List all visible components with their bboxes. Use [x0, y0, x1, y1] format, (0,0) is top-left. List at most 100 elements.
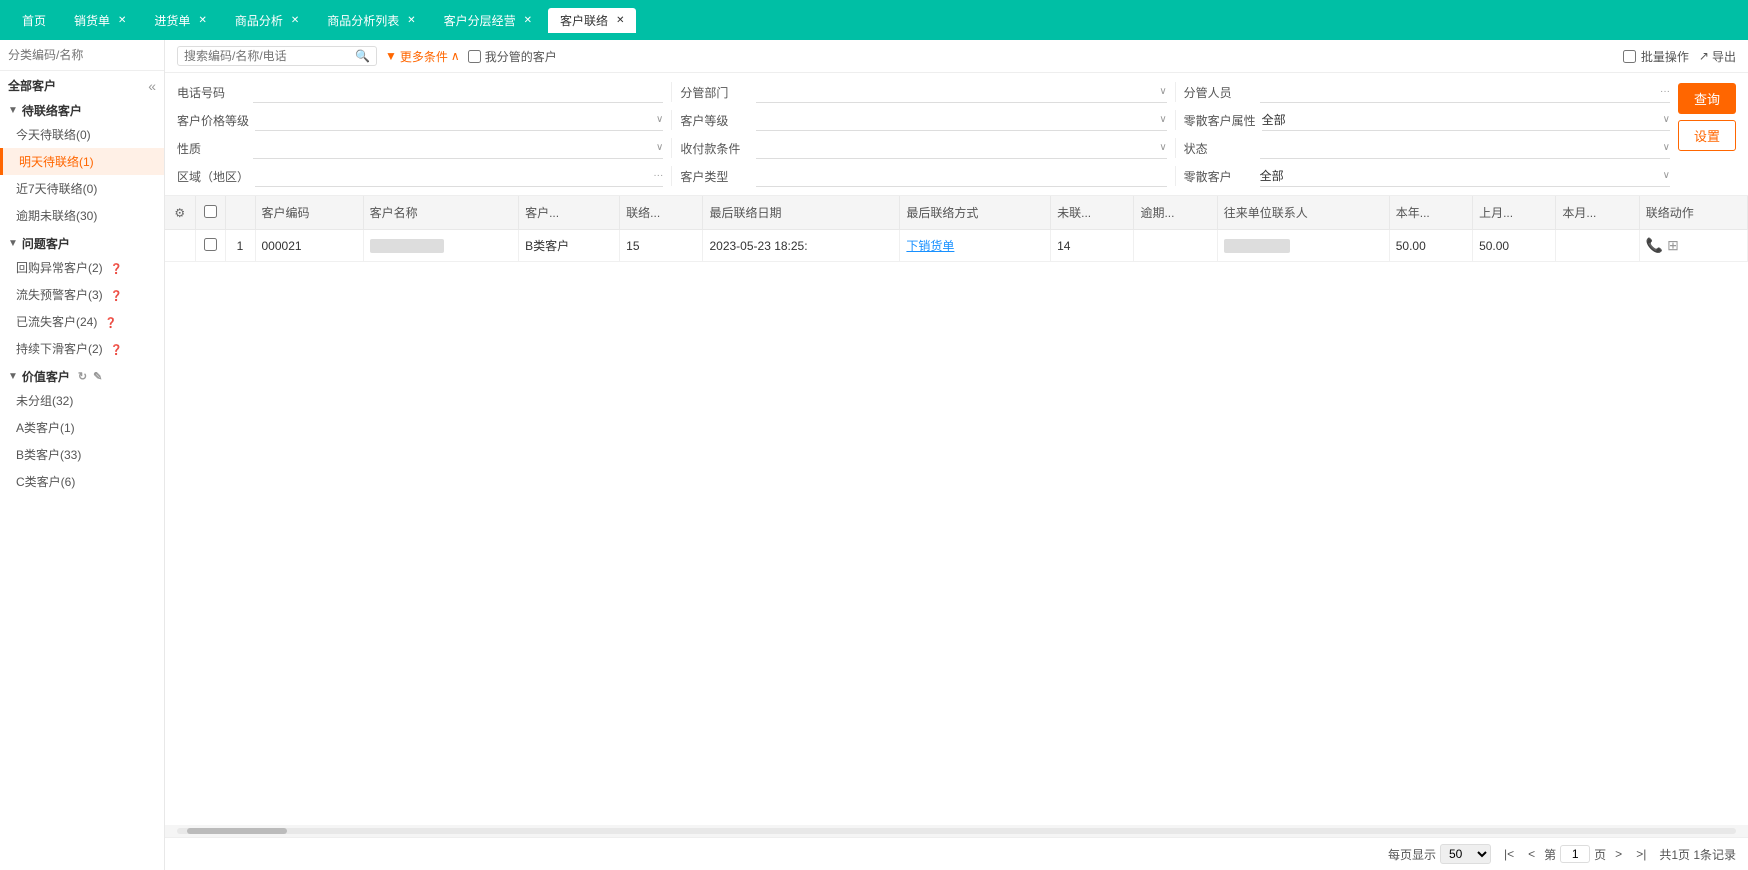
- settings-icon[interactable]: ⚙: [174, 206, 185, 220]
- retail-customer-select[interactable]: 全部 ∨: [1260, 165, 1670, 187]
- nav-purchase-order[interactable]: 进货单 ✕: [142, 8, 218, 33]
- row-checkbox[interactable]: [204, 238, 217, 251]
- filter-arrow-icon: ∧: [451, 49, 460, 63]
- nav-product-analysis-close[interactable]: ✕: [291, 15, 299, 26]
- person-arrow-icon: ···: [1660, 86, 1670, 97]
- sidebar: 🔍 全部客户 « ▼ 待联络客户 今天待联络(0) 明天待联络(1) 近7天待联…: [0, 40, 165, 870]
- customer-level-select[interactable]: ∨: [756, 109, 1166, 131]
- nav-customer-contact-close[interactable]: ✕: [616, 15, 624, 26]
- row-unit-contact: [1217, 230, 1389, 262]
- nav-sales-order-close[interactable]: ✕: [118, 15, 126, 26]
- filter-retail-customer: 零散客户 全部 ∨: [1184, 165, 1670, 187]
- col-last-contact-method-header: 最后联络方式: [900, 196, 1051, 230]
- divider-3: [671, 110, 672, 130]
- nav-customer-tier[interactable]: 客户分层经营 ✕: [432, 8, 544, 33]
- collapse-icon[interactable]: «: [148, 78, 156, 94]
- batch-action-btn[interactable]: 批量操作: [1623, 48, 1689, 65]
- nav-product-analysis[interactable]: 商品分析 ✕: [223, 8, 311, 33]
- last-contact-method-link[interactable]: 下销货单: [906, 239, 954, 253]
- per-page-select[interactable]: 50 100 200: [1440, 844, 1491, 864]
- nav-customer-contact[interactable]: 客户联络 ✕: [548, 8, 636, 33]
- sidebar-item-repurchase-abnormal[interactable]: 回购异常客户(2) ❓: [0, 254, 164, 281]
- col-no-contact-header: 未联...: [1051, 196, 1134, 230]
- action-icons-wrap: 📞 ⊞: [1646, 237, 1741, 254]
- horizontal-scrollbar[interactable]: [165, 825, 1748, 837]
- next-page-btn[interactable]: >: [1610, 845, 1627, 863]
- nav-customer-tier-close[interactable]: ✕: [524, 15, 532, 26]
- nav-sales-order[interactable]: 销货单 ✕: [62, 8, 138, 33]
- sidebar-item-declining[interactable]: 持续下滑客户(2) ❓: [0, 335, 164, 362]
- person-select[interactable]: ···: [1260, 81, 1670, 103]
- sidebar-item-overdue-contact[interactable]: 逾期未联络(30): [0, 202, 164, 229]
- sidebar-item-tomorrow-contact[interactable]: 明天待联络(1): [0, 148, 164, 175]
- retail-customer-arrow-icon: ∨: [1663, 170, 1670, 181]
- divider-7: [671, 166, 672, 186]
- help-icon-0[interactable]: ❓: [110, 264, 122, 275]
- grid-action-icon[interactable]: ⊞: [1667, 237, 1679, 254]
- last-page-btn[interactable]: >|: [1631, 845, 1651, 863]
- query-button[interactable]: 查询: [1678, 83, 1736, 114]
- row-last-contact-date: 2023-05-23 18:25:: [703, 230, 900, 262]
- search-input[interactable]: [184, 49, 355, 63]
- payment-select[interactable]: ∨: [756, 137, 1166, 159]
- dept-arrow-icon: ∨: [1159, 86, 1166, 97]
- row-last-month: 50.00: [1473, 230, 1556, 262]
- nav-product-analysis-list[interactable]: 商品分析列表 ✕: [315, 8, 427, 33]
- nav-home[interactable]: 首页: [10, 8, 58, 33]
- sidebar-search-wrap: 🔍: [0, 40, 164, 71]
- refresh-icon[interactable]: ↻: [78, 370, 87, 383]
- sidebar-item-churn-warning[interactable]: 流失预警客户(3) ❓: [0, 281, 164, 308]
- col-last-month-header: 上月...: [1473, 196, 1556, 230]
- sidebar-item-c-class[interactable]: C类客户(6): [0, 468, 164, 495]
- problem-triangle: ▼: [8, 238, 18, 249]
- row-contact-action: 📞 ⊞: [1639, 230, 1747, 262]
- filter-icon: ▼: [385, 49, 397, 63]
- search-input-wrap: 🔍: [177, 46, 377, 66]
- sidebar-search-input[interactable]: [8, 48, 163, 62]
- help-icon-3[interactable]: ❓: [110, 345, 122, 356]
- sidebar-item-b-class[interactable]: B类客户(33): [0, 441, 164, 468]
- scrollbar-thumb[interactable]: [187, 828, 287, 834]
- export-btn[interactable]: ↗ 导出: [1699, 48, 1736, 65]
- edit-icon[interactable]: ✎: [93, 370, 102, 383]
- status-select[interactable]: ∨: [1260, 137, 1670, 159]
- sidebar-item-churned[interactable]: 已流失客户(24) ❓: [0, 308, 164, 335]
- help-icon-1[interactable]: ❓: [110, 291, 122, 302]
- dept-select[interactable]: ∨: [756, 81, 1166, 103]
- retail-attr-arrow-icon: ∨: [1663, 114, 1670, 125]
- col-idx-header: [225, 196, 255, 230]
- search-icon[interactable]: 🔍: [355, 49, 370, 63]
- sidebar-item-7day-contact[interactable]: 近7天待联络(0): [0, 175, 164, 202]
- customer-type-select[interactable]: [756, 165, 1166, 187]
- divider-1: [671, 82, 672, 102]
- select-all-checkbox[interactable]: [204, 205, 217, 218]
- filter-nature: 性质 ∨: [177, 137, 663, 159]
- export-icon: ↗: [1699, 49, 1709, 63]
- table-wrap: ⚙ 客户编码 客户名称 客户...: [165, 196, 1748, 825]
- sidebar-item-today-contact[interactable]: 今天待联络(0): [0, 121, 164, 148]
- my-customers-checkbox[interactable]: [468, 50, 481, 63]
- payment-arrow-icon: ∨: [1159, 142, 1166, 153]
- price-level-select[interactable]: ∨: [255, 109, 663, 131]
- page-input[interactable]: [1560, 845, 1590, 863]
- all-customers-section[interactable]: 全部客户 «: [0, 71, 164, 96]
- scrollbar-track: [177, 828, 1736, 834]
- sidebar-item-a-class[interactable]: A类客户(1): [0, 414, 164, 441]
- filter-row-2: 客户价格等级 ∨ 客户等级 ∨: [177, 109, 1670, 131]
- filter-customer-type: 客户类型: [680, 165, 1166, 187]
- more-filter-btn[interactable]: ▼ 更多条件 ∧: [385, 48, 460, 65]
- footer: 每页显示 50 100 200 |< < 第 页 > >| 共1页 1条记录: [165, 837, 1748, 870]
- nav-product-analysis-list-close[interactable]: ✕: [407, 15, 415, 26]
- prev-page-btn[interactable]: <: [1523, 845, 1540, 863]
- help-icon-2[interactable]: ❓: [105, 318, 117, 329]
- region-select[interactable]: ···: [255, 165, 663, 187]
- phone-action-icon[interactable]: 📞: [1646, 237, 1663, 254]
- phone-input[interactable]: [253, 81, 663, 103]
- sidebar-item-ungrouped[interactable]: 未分组(32): [0, 387, 164, 414]
- nav-purchase-order-close[interactable]: ✕: [198, 15, 206, 26]
- batch-checkbox[interactable]: [1623, 50, 1636, 63]
- nature-select[interactable]: ∨: [253, 137, 663, 159]
- setting-button[interactable]: 设置: [1678, 120, 1736, 151]
- first-page-btn[interactable]: |<: [1499, 845, 1519, 863]
- retail-attr-select[interactable]: 全部 ∨: [1262, 109, 1670, 131]
